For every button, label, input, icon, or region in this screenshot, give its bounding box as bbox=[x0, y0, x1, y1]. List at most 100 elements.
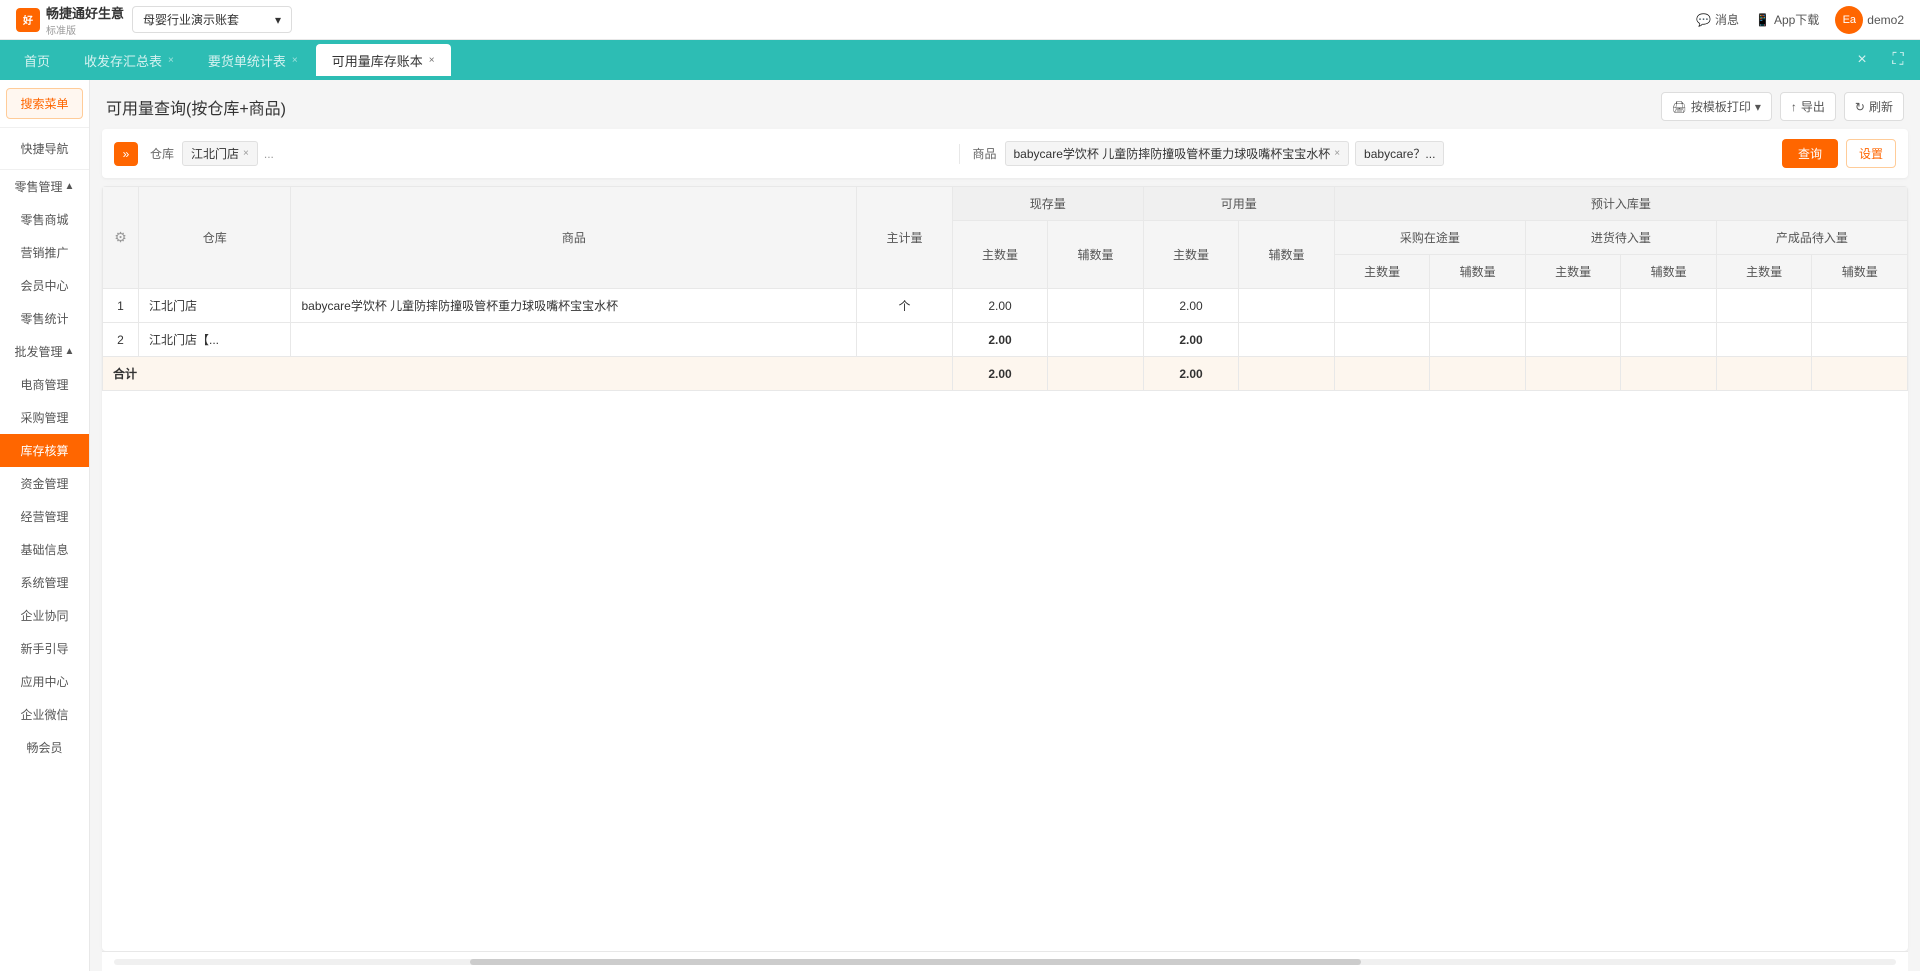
td-incoming-aux-2 bbox=[1621, 323, 1717, 357]
td-index-1: 1 bbox=[103, 289, 139, 323]
download-btn[interactable]: 📱 App下载 bbox=[1755, 11, 1819, 28]
td-stock-aux-1 bbox=[1048, 289, 1144, 323]
sidebar-label-operations: 经营管理 bbox=[20, 508, 68, 525]
td-incoming-main-2 bbox=[1525, 323, 1621, 357]
td-stock-aux-2 bbox=[1048, 323, 1144, 357]
sidebar-item-member2[interactable]: 畅会员 bbox=[0, 731, 89, 764]
product-tag1-close[interactable]: × bbox=[1334, 148, 1340, 159]
sidebar-item-retail-mall[interactable]: 零售商城 bbox=[0, 203, 89, 236]
fullscreen-btn[interactable]: ⛶ bbox=[1884, 46, 1912, 74]
warehouse-tag[interactable]: 江北门店 × bbox=[182, 141, 258, 166]
export-btn[interactable]: ↑ 导出 bbox=[1780, 92, 1836, 121]
tab-receipt-summary[interactable]: 收发存汇总表 × bbox=[68, 44, 190, 76]
tab-available-stock[interactable]: 可用量库存账本 × bbox=[316, 44, 451, 76]
product-tag1[interactable]: babycare学饮杯 儿童防摔防撞吸管杯重力球吸嘴杯宝宝水杯 × bbox=[1005, 141, 1350, 166]
page-header-actions: 🖨 按模板打印 ▾ ↑ 导出 ↻ 刷新 bbox=[1661, 92, 1904, 121]
sidebar-label-guide: 新手引导 bbox=[20, 640, 68, 657]
td-unit-2 bbox=[857, 323, 953, 357]
scrollbar-thumb[interactable] bbox=[470, 959, 1361, 965]
warehouse-tag-close[interactable]: × bbox=[243, 148, 249, 159]
table-row: 1 江北门店 babycare学饮杯 儿童防摔防撞吸管杯重力球吸嘴杯宝宝水杯 个… bbox=[103, 289, 1908, 323]
sidebar-section: 零售管理 ▲ 零售商城 营销推广 会员中心 零售统计 批发管理 ▲ 电商管理 bbox=[0, 170, 89, 764]
summary-stock-aux bbox=[1048, 357, 1144, 391]
td-product-2 bbox=[291, 323, 857, 357]
tab-bar: 首页 收发存汇总表 × 要货单统计表 × 可用量库存账本 × × ⛶ bbox=[0, 40, 1920, 80]
tab-bar-actions: × ⛶ bbox=[1848, 46, 1912, 74]
sidebar-label-ecommerce: 电商管理 bbox=[20, 376, 68, 393]
sidebar-item-ecommerce[interactable]: 电商管理 bbox=[0, 368, 89, 401]
th-stock-group: 现存量 bbox=[952, 187, 1143, 221]
sidebar-item-guide[interactable]: 新手引导 bbox=[0, 632, 89, 665]
sidebar-item-operations[interactable]: 经营管理 bbox=[0, 500, 89, 533]
sidebar-label-purchase: 采购管理 bbox=[20, 409, 68, 426]
search-menu-btn[interactable]: 搜索菜单 bbox=[6, 88, 83, 119]
top-bar-right: 💬 消息 📱 App下载 Ea demo2 bbox=[1696, 6, 1904, 34]
td-warehouse-2: 江北门店【... bbox=[139, 323, 291, 357]
tab-order-stats[interactable]: 要货单统计表 × bbox=[192, 44, 314, 76]
th-avail-main: 主数量 bbox=[1143, 221, 1239, 289]
print-label: 按模板打印 bbox=[1691, 98, 1751, 115]
summary-incoming-main bbox=[1525, 357, 1621, 391]
product-tag1-text: babycare学饮杯 儿童防摔防撞吸管杯重力球吸嘴杯宝宝水杯 bbox=[1014, 145, 1331, 162]
td-avail-aux-1 bbox=[1239, 289, 1335, 323]
tab-available-close[interactable]: × bbox=[429, 55, 435, 66]
sidebar-item-cooperation[interactable]: 企业协同 bbox=[0, 599, 89, 632]
th-produced-main: 主数量 bbox=[1716, 255, 1812, 289]
message-btn[interactable]: 💬 消息 bbox=[1696, 11, 1739, 28]
sidebar-search-area: 搜索菜单 bbox=[0, 80, 89, 128]
sidebar-item-basic-info[interactable]: 基础信息 bbox=[0, 533, 89, 566]
warehouse-more[interactable]: ... bbox=[264, 147, 274, 161]
sidebar-item-enterprise-wechat[interactable]: 企业微信 bbox=[0, 698, 89, 731]
th-settings[interactable]: ⚙ bbox=[103, 187, 139, 289]
td-stock-main-1: 2.00 bbox=[952, 289, 1048, 323]
sidebar-item-inventory[interactable]: 库存核算 bbox=[0, 434, 89, 467]
summary-produced-main bbox=[1716, 357, 1812, 391]
settings-btn[interactable]: 设置 bbox=[1846, 139, 1896, 168]
td-produced-aux-1 bbox=[1812, 289, 1908, 323]
sidebar-quick-nav[interactable]: 快捷导航 bbox=[0, 132, 89, 165]
sidebar-item-member[interactable]: 会员中心 bbox=[0, 269, 89, 302]
scrollbar-track[interactable] bbox=[114, 959, 1896, 965]
product-tag2[interactable]: babycare？... bbox=[1355, 141, 1444, 166]
product-filter-group: 商品 babycare学饮杯 儿童防摔防撞吸管杯重力球吸嘴杯宝宝水杯 × bab… bbox=[972, 141, 1769, 166]
sidebar-label-retail-mall: 零售商城 bbox=[20, 211, 68, 228]
summary-avail-main: 2.00 bbox=[1143, 357, 1239, 391]
refresh-btn[interactable]: ↻ 刷新 bbox=[1844, 92, 1904, 121]
content-area: 可用量查询(按仓库+商品) 🖨 按模板打印 ▾ ↑ 导出 ↻ 刷新 » bbox=[90, 80, 1920, 971]
warehouse-filter-label: 仓库 bbox=[150, 145, 174, 162]
td-avail-main-1: 2.00 bbox=[1143, 289, 1239, 323]
column-settings-icon[interactable]: ⚙ bbox=[114, 229, 127, 245]
filter-bar: » 仓库 江北门店 × ... 商品 babycare学饮杯 儿童防摔防撞吸管杯… bbox=[102, 129, 1908, 178]
sidebar-item-retail-stats[interactable]: 零售统计 bbox=[0, 302, 89, 335]
sidebar-item-system[interactable]: 系统管理 bbox=[0, 566, 89, 599]
sidebar-item-app-center[interactable]: 应用中心 bbox=[0, 665, 89, 698]
data-table: ⚙ 仓库 商品 主计量 现存量 可用量 预计入库量 主数量 辅数量 主数量 辅数… bbox=[102, 186, 1908, 391]
industry-selector[interactable]: 母婴行业演示账套 ▾ bbox=[132, 6, 292, 33]
sidebar-item-purchase[interactable]: 采购管理 bbox=[0, 401, 89, 434]
phone-icon: 📱 bbox=[1755, 13, 1770, 27]
tab-receipt-close[interactable]: × bbox=[168, 55, 174, 66]
sidebar-item-finance[interactable]: 资金管理 bbox=[0, 467, 89, 500]
expand-btn[interactable]: » bbox=[114, 142, 138, 166]
filter-actions: 查询 设置 bbox=[1782, 139, 1896, 168]
product-filter-tags: babycare学饮杯 儿童防摔防撞吸管杯重力球吸嘴杯宝宝水杯 × babyca… bbox=[1005, 141, 1770, 166]
refresh-label: 刷新 bbox=[1869, 98, 1893, 115]
td-purchase-aux-1 bbox=[1430, 289, 1526, 323]
tab-order-close[interactable]: × bbox=[292, 55, 298, 66]
summary-row: 合计 2.00 2.00 bbox=[103, 357, 1908, 391]
sidebar-item-marketing[interactable]: 营销推广 bbox=[0, 236, 89, 269]
query-btn[interactable]: 查询 bbox=[1782, 139, 1838, 168]
th-incoming-sub: 进货待入量 bbox=[1525, 221, 1716, 255]
table-footer bbox=[102, 951, 1908, 971]
td-product-1: babycare学饮杯 儿童防摔防撞吸管杯重力球吸嘴杯宝宝水杯 bbox=[291, 289, 857, 323]
sidebar: 搜索菜单 快捷导航 零售管理 ▲ 零售商城 营销推广 会员中心 零售统计 批发管 bbox=[0, 80, 90, 971]
tab-home[interactable]: 首页 bbox=[8, 44, 66, 76]
dropdown-icon: ▾ bbox=[275, 13, 281, 27]
sidebar-item-wholesale[interactable]: 批发管理 ▲ bbox=[0, 335, 89, 368]
sidebar-label-enterprise-wechat: 企业微信 bbox=[20, 706, 68, 723]
sidebar-label-retail-stats: 零售统计 bbox=[20, 310, 68, 327]
close-all-btn[interactable]: × bbox=[1848, 46, 1876, 74]
user-menu[interactable]: Ea demo2 bbox=[1835, 6, 1904, 34]
print-btn[interactable]: 🖨 按模板打印 ▾ bbox=[1661, 92, 1772, 121]
sidebar-item-retail-mgmt[interactable]: 零售管理 ▲ bbox=[0, 170, 89, 203]
